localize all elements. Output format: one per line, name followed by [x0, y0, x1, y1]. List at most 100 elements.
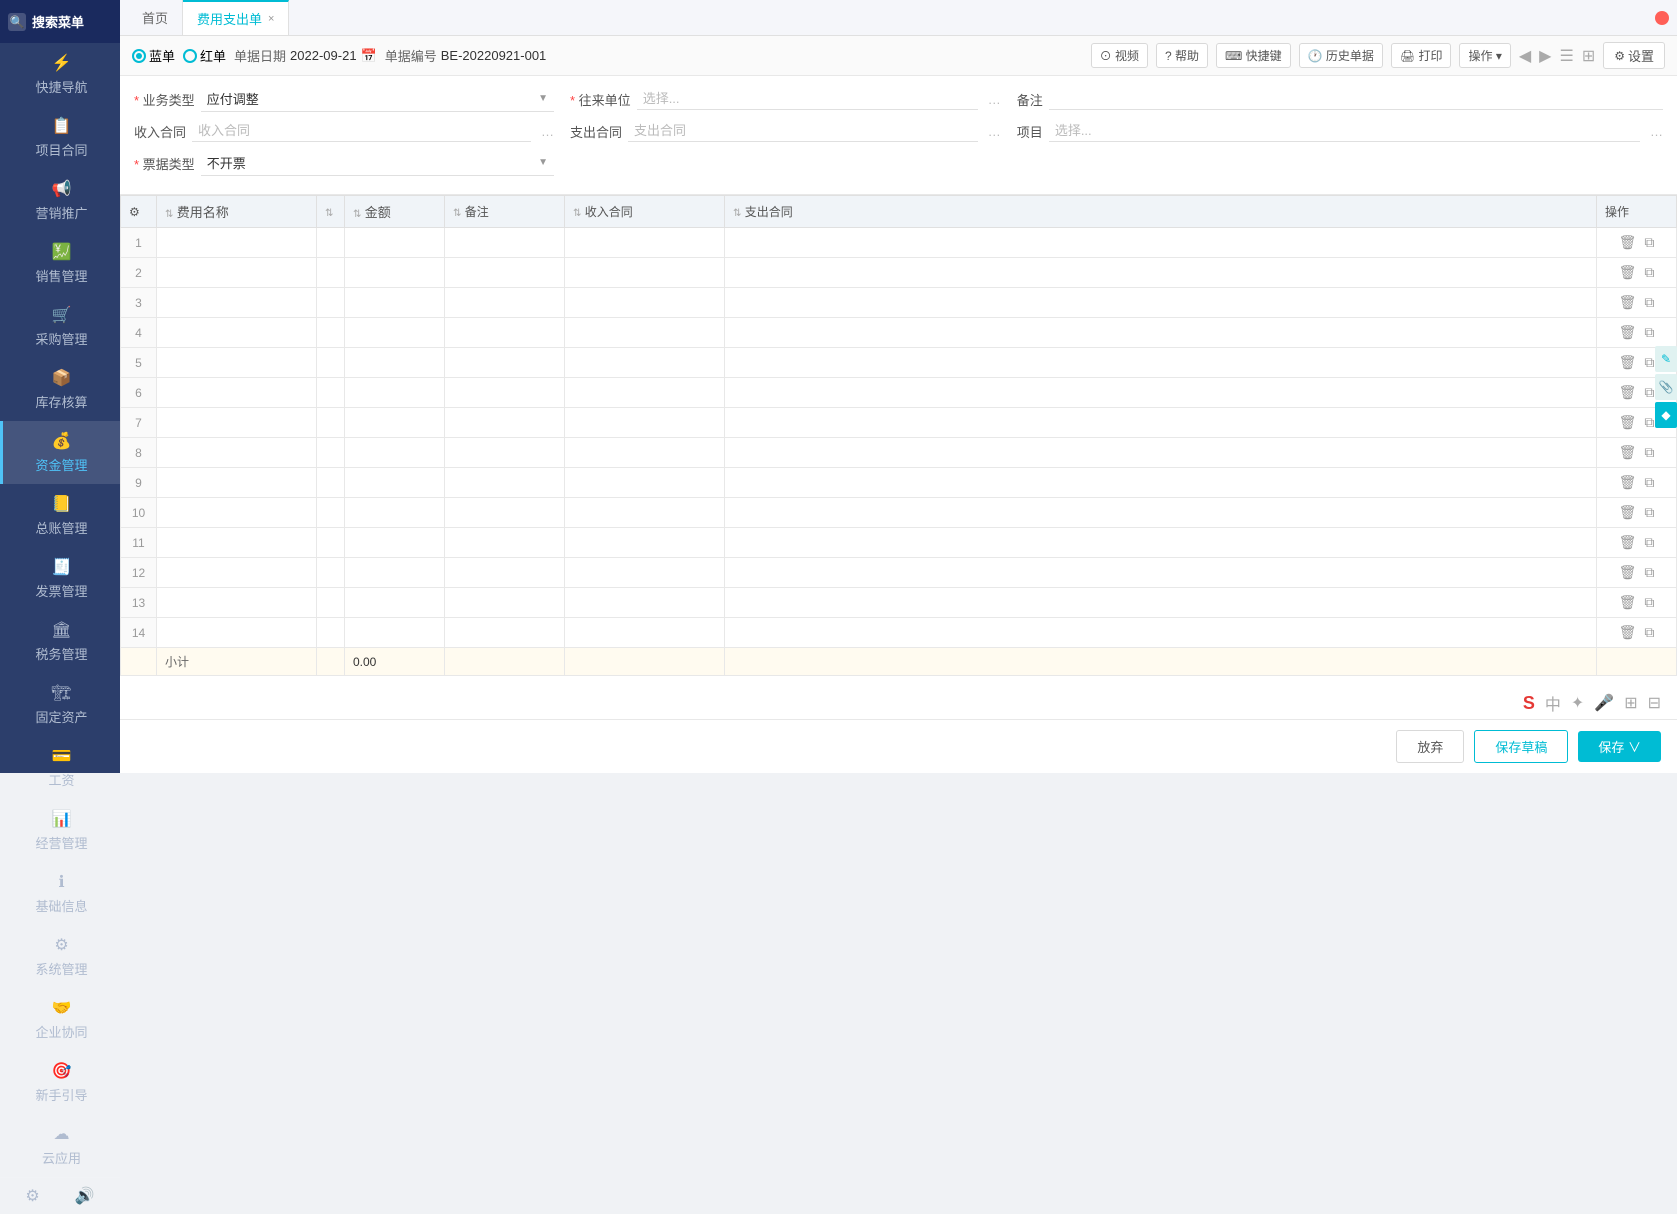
float-edit-btn[interactable]: ✎ — [1655, 346, 1677, 372]
cell-remark-10[interactable] — [445, 498, 565, 528]
cell-remark-7[interactable] — [445, 408, 565, 438]
wm-icon-2[interactable]: ✦ — [1571, 693, 1584, 713]
copy-btn-9[interactable]: ⧉ — [1642, 472, 1656, 493]
delete-btn-6[interactable]: 🗑 — [1617, 382, 1639, 403]
project-dots[interactable]: … — [1650, 124, 1663, 139]
th-config[interactable]: ⚙ — [121, 196, 157, 228]
note-input[interactable] — [1049, 88, 1663, 110]
cell-expense-name-2[interactable] — [157, 258, 317, 288]
sidebar-item-invoice[interactable]: 🧾发票管理 — [0, 547, 120, 610]
cell-expense-2[interactable] — [725, 258, 1597, 288]
discard-button[interactable]: 放弃 — [1396, 730, 1464, 763]
cell-expense-name-8[interactable] — [157, 438, 317, 468]
cell-amount-2[interactable] — [345, 258, 445, 288]
cell-amount-8[interactable] — [345, 438, 445, 468]
operation-btn[interactable]: 操作 ▾ — [1459, 43, 1510, 68]
copy-btn-11[interactable]: ⧉ — [1642, 532, 1656, 553]
red-radio[interactable]: 红单 — [183, 46, 226, 65]
cell-expense-name-1[interactable] — [157, 228, 317, 258]
sidebar-item-project-contract[interactable]: 📋项目合同 — [0, 106, 120, 169]
copy-btn-12[interactable]: ⧉ — [1642, 562, 1656, 583]
cell-expense-7[interactable] — [725, 408, 1597, 438]
cell-amount-12[interactable] — [345, 558, 445, 588]
copy-btn-1[interactable]: ⧉ — [1642, 232, 1656, 253]
tab-home[interactable]: 首页 — [128, 0, 183, 35]
cell-amount-13[interactable] — [345, 588, 445, 618]
cell-income-7[interactable] — [565, 408, 725, 438]
expense-contract-input[interactable] — [628, 120, 978, 142]
cell-remark-11[interactable] — [445, 528, 565, 558]
partner-input[interactable] — [637, 88, 978, 110]
income-contract-input[interactable] — [192, 120, 531, 142]
sidebar-item-newbie[interactable]: 🎯新手引导 — [0, 1051, 120, 1114]
save-button[interactable]: 保存 ∨ — [1578, 731, 1661, 762]
cell-expense-9[interactable] — [725, 468, 1597, 498]
cell-amount-10[interactable] — [345, 498, 445, 528]
cell-income-4[interactable] — [565, 318, 725, 348]
delete-btn-1[interactable]: 🗑 — [1617, 232, 1639, 253]
sidebar-header[interactable]: 🔍 搜索菜单 — [0, 0, 120, 43]
view-grid-icon[interactable]: ⊞ — [1582, 46, 1595, 66]
cell-income-8[interactable] — [565, 438, 725, 468]
cell-income-10[interactable] — [565, 498, 725, 528]
cell-amount-1[interactable] — [345, 228, 445, 258]
invoice-type-select[interactable]: 不开票 ▼ — [201, 150, 554, 176]
sidebar-item-marketing[interactable]: 📢营销推广 — [0, 169, 120, 232]
cell-expense-1[interactable] — [725, 228, 1597, 258]
cell-income-2[interactable] — [565, 258, 725, 288]
wm-icon-5[interactable]: ⊟ — [1648, 693, 1661, 713]
cell-remark-14[interactable] — [445, 618, 565, 648]
cell-income-1[interactable] — [565, 228, 725, 258]
delete-btn-5[interactable]: 🗑 — [1617, 352, 1639, 373]
cell-remark-6[interactable] — [445, 378, 565, 408]
search-icon[interactable]: 🔍 — [8, 13, 26, 31]
copy-btn-3[interactable]: ⧉ — [1642, 292, 1656, 313]
cell-remark-1[interactable] — [445, 228, 565, 258]
cell-income-14[interactable] — [565, 618, 725, 648]
cell-amount-14[interactable] — [345, 618, 445, 648]
sort-icon-expense[interactable]: ⇅ — [733, 208, 741, 219]
cell-amount-5[interactable] — [345, 348, 445, 378]
sidebar-item-cloud[interactable]: ☁云应用 — [0, 1114, 120, 1177]
sidebar-item-inventory[interactable]: 📦库存核算 — [0, 358, 120, 421]
cell-income-9[interactable] — [565, 468, 725, 498]
history-btn[interactable]: 🕐 历史单据 — [1299, 43, 1383, 68]
cell-expense-name-13[interactable] — [157, 588, 317, 618]
cell-remark-13[interactable] — [445, 588, 565, 618]
cell-expense-name-5[interactable] — [157, 348, 317, 378]
cell-expense-name-10[interactable] — [157, 498, 317, 528]
delete-btn-14[interactable]: 🗑 — [1617, 622, 1639, 643]
view-list-icon[interactable]: ☰ — [1559, 46, 1573, 66]
project-input[interactable] — [1049, 120, 1640, 142]
blue-radio[interactable]: 蓝单 — [132, 46, 175, 65]
copy-btn-2[interactable]: ⧉ — [1642, 262, 1656, 283]
cell-income-6[interactable] — [565, 378, 725, 408]
cell-expense-5[interactable] — [725, 348, 1597, 378]
save-draft-button[interactable]: 保存草稿 — [1474, 730, 1568, 763]
copy-btn-14[interactable]: ⧉ — [1642, 622, 1656, 643]
cell-expense-4[interactable] — [725, 318, 1597, 348]
cell-expense-13[interactable] — [725, 588, 1597, 618]
volume-icon[interactable]: 🔊 — [75, 1186, 95, 1206]
cell-expense-name-14[interactable] — [157, 618, 317, 648]
sidebar-item-funds[interactable]: 💰资金管理 — [0, 421, 120, 484]
delete-btn-11[interactable]: 🗑 — [1617, 532, 1639, 553]
delete-btn-9[interactable]: 🗑 — [1617, 472, 1639, 493]
delete-btn-8[interactable]: 🗑 — [1617, 442, 1639, 463]
sidebar-item-accounting[interactable]: 📒总账管理 — [0, 484, 120, 547]
cell-amount-11[interactable] — [345, 528, 445, 558]
settings-icon[interactable]: ⚙ — [25, 1186, 39, 1206]
delete-btn-2[interactable]: 🗑 — [1617, 262, 1639, 283]
cell-amount-4[interactable] — [345, 318, 445, 348]
cell-expense-3[interactable] — [725, 288, 1597, 318]
wm-icon-1[interactable]: 中 — [1545, 691, 1561, 715]
sidebar-item-basic-info[interactable]: ℹ基础信息 — [0, 862, 120, 925]
cell-expense-name-9[interactable] — [157, 468, 317, 498]
nav-left-icon[interactable]: ◀ — [1519, 46, 1531, 66]
tab-expense[interactable]: 费用支出单 × — [183, 0, 289, 35]
cell-income-5[interactable] — [565, 348, 725, 378]
cell-expense-name-6[interactable] — [157, 378, 317, 408]
help-btn[interactable]: ? 帮助 — [1156, 43, 1208, 68]
copy-btn-8[interactable]: ⧉ — [1642, 442, 1656, 463]
copy-btn-4[interactable]: ⧉ — [1642, 322, 1656, 343]
